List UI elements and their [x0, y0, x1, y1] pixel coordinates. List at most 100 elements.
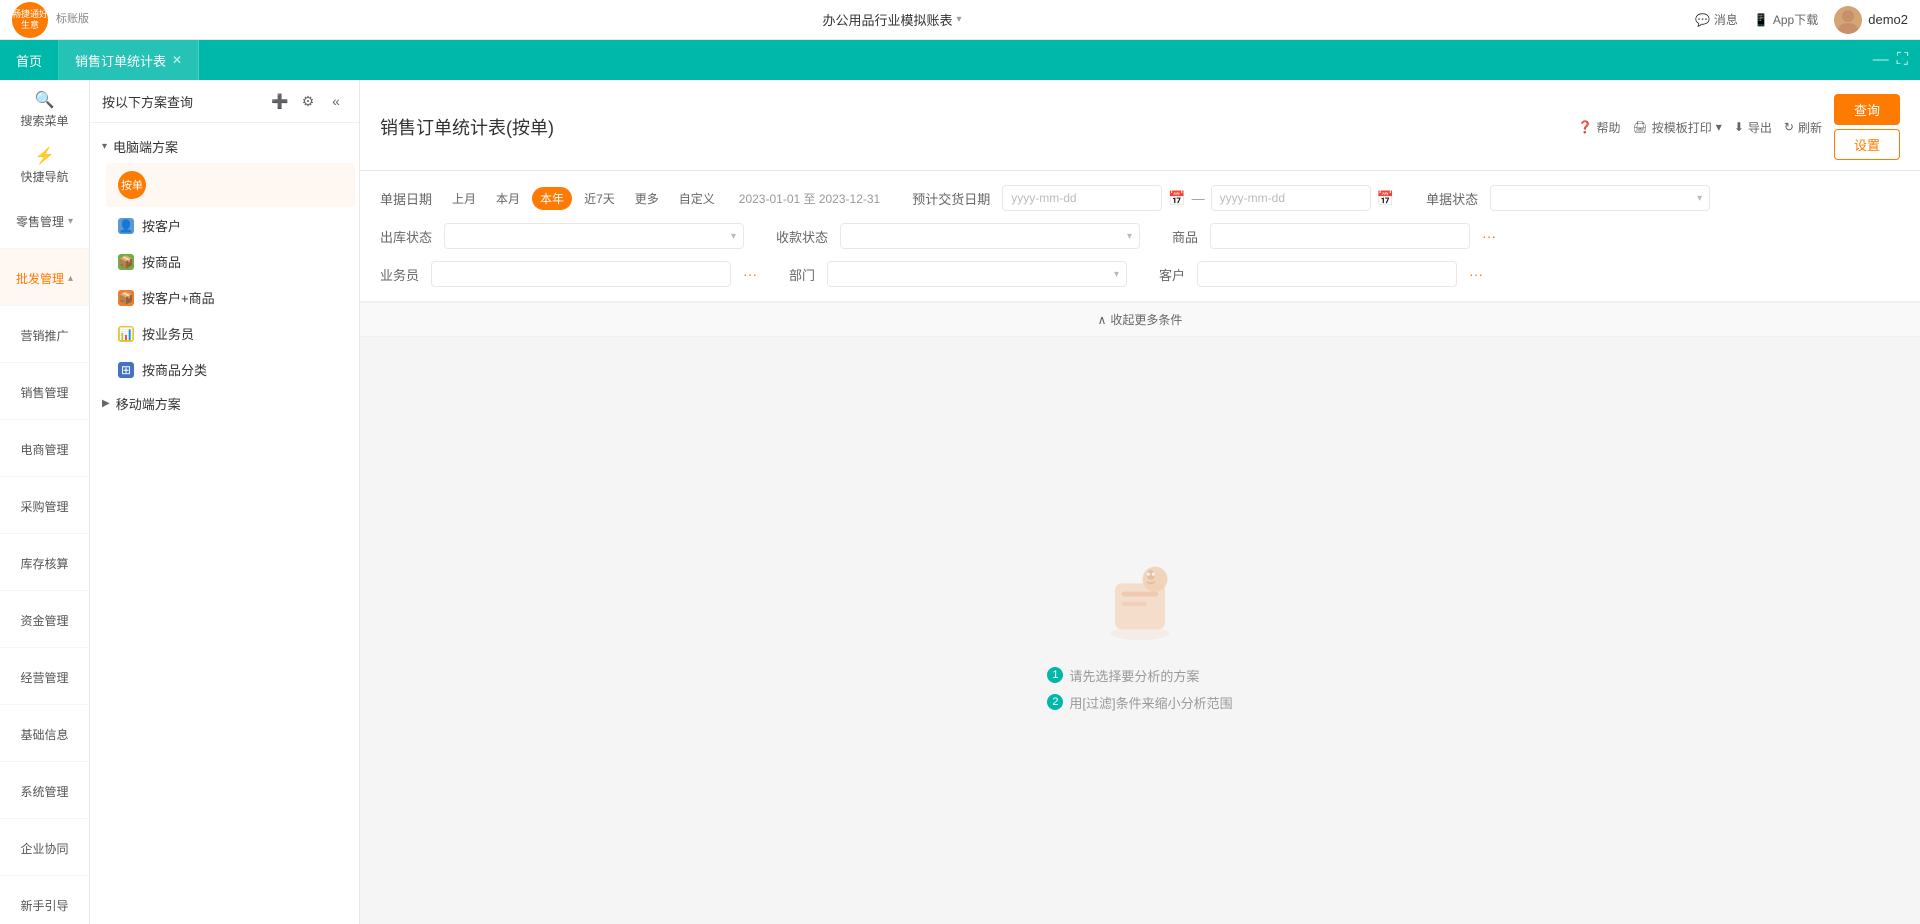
collapse-bar[interactable]: ∧ 收起更多条件 [360, 302, 1920, 337]
sidebar-item-retail[interactable]: 零售管理 ▾ [0, 192, 89, 248]
company-selector[interactable]: 办公用品行业模拟账表 ▾ [822, 10, 961, 29]
scheme-group-mobile-header[interactable]: ▶ 移动端方案 [90, 388, 359, 419]
sidebar-retail-arrow-icon: ▾ [68, 216, 73, 227]
sidebar-item-guide[interactable]: 新手引导 [0, 876, 89, 924]
sidebar-ecommerce-section: 电商管理 [0, 420, 89, 477]
scheme-list: ▾ 电脑端方案 按单 👤 按客户 [90, 123, 359, 924]
sidebar-quick-nav[interactable]: ⚡ 快捷导航 [0, 136, 89, 192]
sidebar: 🔍 搜索菜单 ⚡ 快捷导航 零售管理 ▾ 批发管理 ▴ [0, 80, 90, 924]
main-layout: 🔍 搜索菜单 ⚡ 快捷导航 零售管理 ▾ 批发管理 ▴ [0, 80, 1920, 924]
sidebar-purchase-section: 采购管理 [0, 477, 89, 534]
page-header-actions: ❓ 帮助 🖨 按模板打印 ▾ ⬇ 导出 ↻ 刷新 [1578, 94, 1900, 160]
avatar [1834, 6, 1862, 34]
user-area[interactable]: demo2 [1834, 6, 1908, 34]
payment-status-select-wrap: ▾ [840, 223, 1140, 249]
hint-num-1: 1 [1047, 667, 1063, 683]
sidebar-search[interactable]: 🔍 搜索菜单 [0, 80, 89, 136]
payment-status-select[interactable] [840, 223, 1140, 249]
empty-state-icon [1090, 550, 1190, 650]
sidebar-wholesale-section: 批发管理 ▴ [0, 249, 89, 306]
scheme-goods-category-icon: ⊞ [118, 362, 134, 378]
sidebar-item-basic-info[interactable]: 基础信息 [0, 705, 89, 761]
scheme-item-by-customer-goods[interactable]: 📦 按客户+商品 [106, 280, 355, 315]
collapse-panel-button[interactable]: « [325, 90, 347, 112]
sidebar-item-finance[interactable]: 资金管理 [0, 591, 89, 647]
sidebar-item-operations[interactable]: 经营管理 [0, 648, 89, 704]
order-status-select-wrap: ▾ [1490, 185, 1710, 211]
calendar-start-icon[interactable]: 📅 [1168, 190, 1185, 207]
scheme-item-by-salesperson[interactable]: 📊 按业务员 [106, 316, 355, 351]
search-icon: 🔍 [35, 90, 55, 110]
filter-row-1: 单据日期 上月 本月 本年 近7天 更多 自定义 2023-01-01 至 20… [380, 185, 1900, 211]
sidebar-item-system[interactable]: 系统管理 [0, 762, 89, 818]
sidebar-item-sales[interactable]: 销售管理 [0, 363, 89, 419]
query-button[interactable]: 查询 [1834, 94, 1900, 125]
expected-date-start-input[interactable] [1002, 185, 1162, 211]
sidebar-item-collab[interactable]: 企业协同 [0, 819, 89, 875]
scheme-items-pc: 按单 👤 按客户 📦 按商品 [90, 163, 359, 387]
page-header: 销售订单统计表(按单) ❓ 帮助 🖨 按模板打印 ▾ ⬇ 导出 [360, 80, 1920, 171]
scheme-salesperson-label: 按业务员 [142, 324, 194, 343]
topbar-left: 畅捷通好生意 标账版 [12, 2, 89, 38]
calendar-end-icon[interactable]: 📅 [1377, 190, 1394, 207]
customer-more-icon[interactable]: ··· [1469, 266, 1483, 282]
message-action[interactable]: 💬 消息 [1695, 11, 1738, 28]
tab-minimize-icon[interactable]: — [1873, 51, 1889, 69]
sidebar-item-wholesale[interactable]: 批发管理 ▴ [0, 249, 89, 305]
goods-input[interactable] [1210, 223, 1470, 249]
date-btn-this-year[interactable]: 本年 [532, 187, 572, 210]
customer-input[interactable] [1197, 261, 1457, 287]
expected-date-end-input[interactable] [1211, 185, 1371, 211]
scheme-item-by-goods-category[interactable]: ⊞ 按商品分类 [106, 352, 355, 387]
salesperson-more-icon[interactable]: ··· [743, 266, 757, 282]
add-scheme-button[interactable]: ➕ [269, 90, 291, 112]
export-action[interactable]: ⬇ 导出 [1734, 119, 1772, 136]
tab-maximize-icon[interactable]: ⛶ [1897, 51, 1908, 69]
settings-button[interactable]: 设置 [1834, 129, 1900, 160]
scheme-item-by-customer[interactable]: 👤 按客户 [106, 208, 355, 243]
content-area: 按以下方案查询 ➕ ⚙ « ▾ 电脑端方案 [90, 80, 1920, 924]
brand-text: 畅捷通好生意 [12, 9, 48, 31]
help-action[interactable]: ❓ 帮助 [1578, 119, 1621, 136]
goods-label: 商品 [1172, 227, 1198, 246]
sidebar-wholesale-arrow-icon: ▴ [68, 273, 73, 284]
ship-status-select[interactable] [444, 223, 744, 249]
date-buttons-group: 上月 本月 本年 近7天 更多 自定义 [444, 187, 723, 210]
date-btn-last-month[interactable]: 上月 [444, 187, 484, 210]
department-label: 部门 [789, 265, 815, 284]
date-btn-this-month[interactable]: 本月 [488, 187, 528, 210]
brand-logo: 畅捷通好生意 [12, 2, 48, 38]
tab-home[interactable]: 首页 [0, 40, 59, 80]
print-dropdown-icon: ▾ [1716, 120, 1722, 134]
scheme-item-by-goods[interactable]: 📦 按商品 [106, 244, 355, 279]
sidebar-item-ecommerce[interactable]: 电商管理 [0, 420, 89, 476]
sidebar-item-purchase[interactable]: 采购管理 [0, 477, 89, 533]
scheme-group-pc-header[interactable]: ▾ 电脑端方案 [90, 131, 359, 162]
scheme-goods-category-label: 按商品分类 [142, 360, 207, 379]
date-btn-more[interactable]: 更多 [627, 187, 667, 210]
goods-more-icon[interactable]: ··· [1482, 228, 1496, 244]
sidebar-item-inventory[interactable]: 库存核算 [0, 534, 89, 590]
salesperson-input[interactable] [431, 261, 731, 287]
help-label: 帮助 [1597, 119, 1621, 136]
order-status-select[interactable] [1490, 185, 1710, 211]
help-icon: ❓ [1578, 120, 1593, 134]
sidebar-search-label: 搜索菜单 [20, 112, 68, 129]
print-action[interactable]: 🖨 按模板打印 ▾ [1633, 119, 1722, 136]
tab-close-icon[interactable]: ✕ [172, 53, 182, 67]
date-btn-last-7days[interactable]: 近7天 [576, 187, 623, 210]
date-btn-custom[interactable]: 自定义 [671, 187, 723, 210]
sidebar-inventory-label: 库存核算 [20, 555, 68, 572]
sidebar-item-marketing[interactable]: 营销推广 [0, 306, 89, 362]
topbar: 畅捷通好生意 标账版 办公用品行业模拟账表 ▾ 💬 消息 📱 App下载 dem… [0, 0, 1920, 40]
department-select[interactable] [827, 261, 1127, 287]
empty-hints: 1 请先选择要分析的方案 2 用[过滤]条件来缩小分析范围 [1047, 666, 1232, 712]
settings-scheme-button[interactable]: ⚙ [297, 90, 319, 112]
collapse-icon: ∧ [1098, 313, 1107, 327]
scheme-customer-goods-label: 按客户+商品 [142, 288, 215, 307]
sidebar-retail-section: 零售管理 ▾ [0, 192, 89, 249]
refresh-action[interactable]: ↻ 刷新 [1784, 119, 1822, 136]
app-download-action[interactable]: 📱 App下载 [1754, 11, 1818, 28]
tab-sales-order-stats[interactable]: 销售订单统计表 ✕ [59, 40, 199, 80]
scheme-item-by-order[interactable]: 按单 [106, 163, 355, 207]
